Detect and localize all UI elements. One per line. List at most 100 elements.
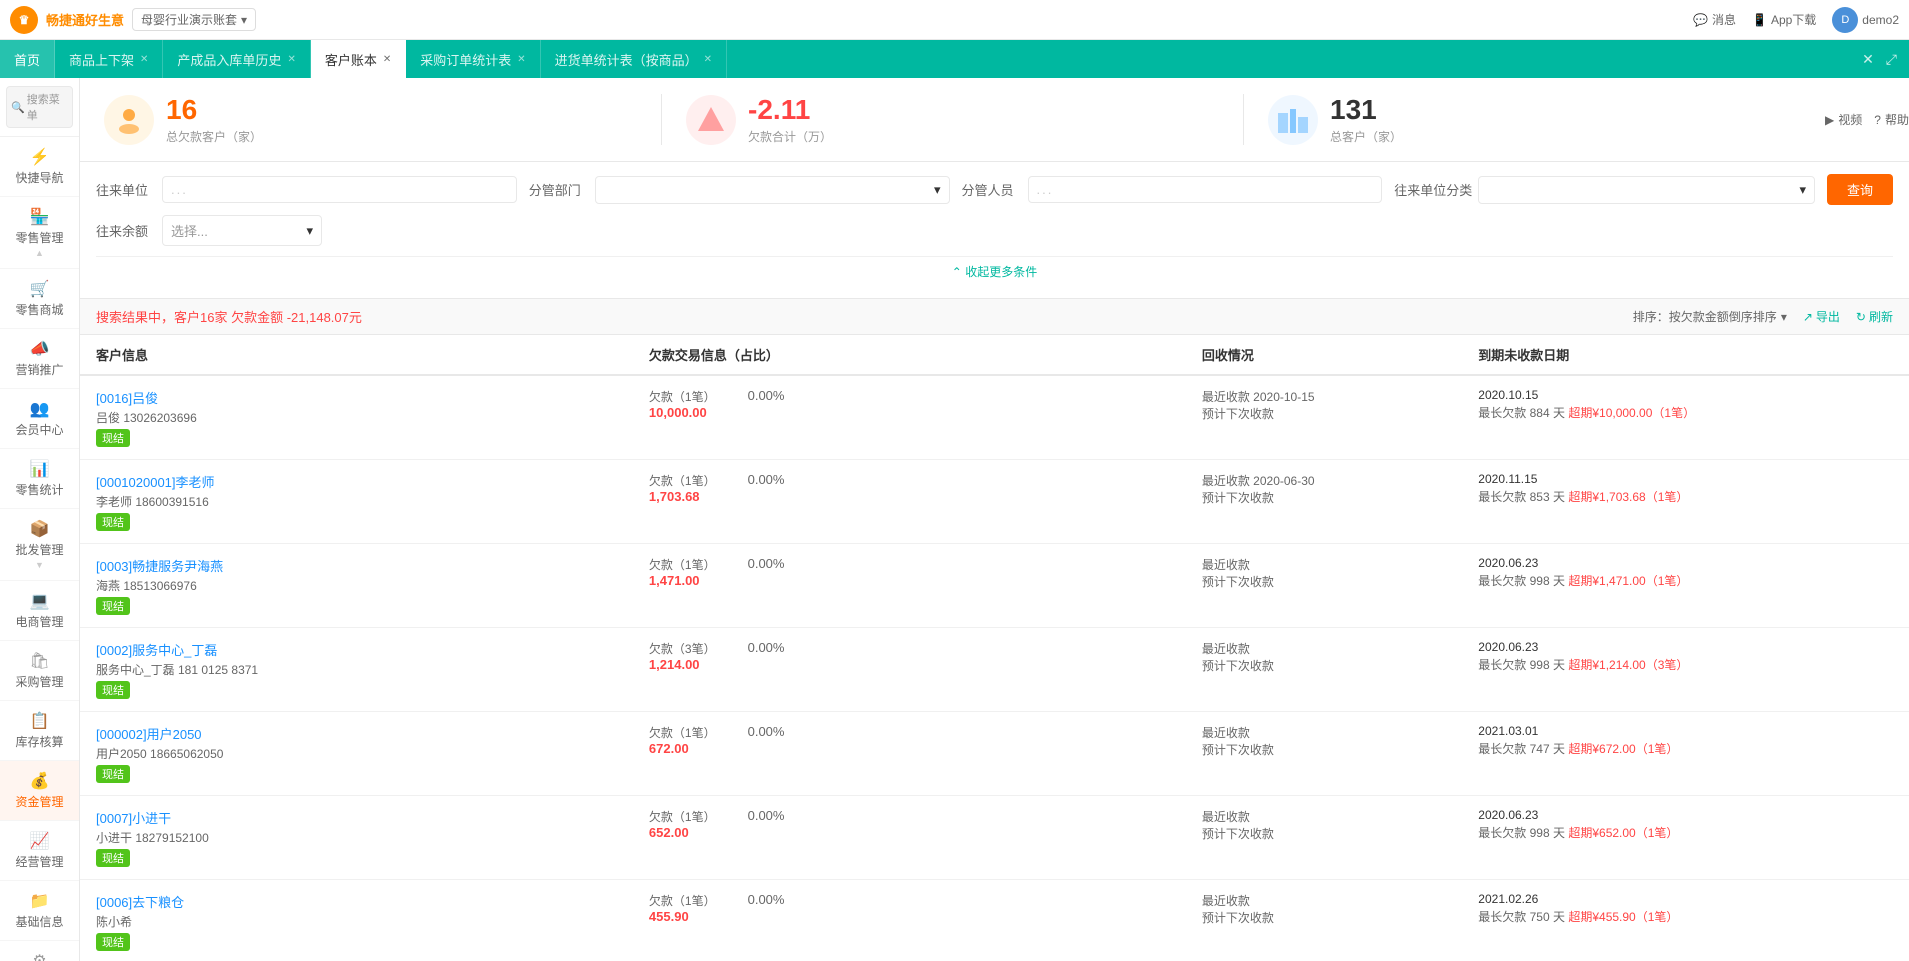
app-download-button[interactable]: 📱 App下载: [1752, 11, 1816, 28]
collapse-bar[interactable]: ⌃ 收起更多条件: [96, 256, 1893, 286]
sidebar-item-retail-shop[interactable]: 🛒 零售商城: [0, 269, 79, 329]
tab-purchase-close[interactable]: ✕: [517, 54, 525, 65]
sidebar-item-retail-stats[interactable]: 📊 零售统计: [0, 449, 79, 509]
main-layout: 🔍 搜索菜单 ⚡ 快捷导航 🏪 零售管理 ▲ 🛒 零售商城 📣 营销推广 👥 会…: [0, 78, 1909, 961]
col-due-date: 到期未收款日期: [1478, 345, 1893, 364]
sidebar-item-batch-mgmt[interactable]: 📦 批发管理 ▼: [0, 509, 79, 581]
retail-mgmt-icon: 🏪: [30, 207, 50, 227]
overdue-text-5[interactable]: 超期¥652.00（1笔）: [1568, 826, 1678, 840]
debt-cell-1: 欠款（1笔） 1,703.68 0.00%: [649, 472, 1202, 531]
video-button[interactable]: ▶ 视频: [1825, 111, 1862, 128]
purchase-icon: 🛍: [29, 651, 49, 671]
sidebar-item-retail-mgmt[interactable]: 🏪 零售管理 ▲: [0, 197, 79, 269]
export-button[interactable]: ↗ 导出: [1803, 308, 1840, 325]
tab-product[interactable]: 商品上下架 ✕: [55, 40, 163, 78]
sidebar-item-quick-nav[interactable]: ⚡ 快捷导航: [0, 137, 79, 197]
tab-customer[interactable]: 客户账本 ✕: [311, 40, 406, 78]
export-label: 导出: [1816, 308, 1840, 325]
customer-name-link-4[interactable]: [000002]用户2050: [96, 727, 202, 742]
tab-product-close[interactable]: ✕: [140, 54, 148, 65]
last-collection-1: 最近收款 2020-06-30: [1202, 472, 1478, 489]
customer-contact-3: 服务中心_丁磊 181 0125 8371: [96, 661, 649, 678]
stat-item1-info: 16 总欠款客户（家）: [166, 94, 262, 145]
batch-mgmt-icon: 📦: [30, 519, 50, 539]
overdue-days-6: 最长欠款 750 天 超期¥455.90（1笔）: [1478, 908, 1893, 925]
tab-bar-right: ✕ ⤢: [1858, 49, 1909, 70]
filter-person: 分管人员 ...: [962, 176, 1383, 203]
due-date-cell-4: 2021.03.01 最长欠款 747 天 超期¥672.00（1笔）: [1478, 724, 1893, 783]
sidebar-item-operations[interactable]: 📈 经营管理: [0, 821, 79, 881]
tab-stock-close[interactable]: ✕: [704, 54, 712, 65]
customer-contact-4: 用户2050 18665062050: [96, 745, 649, 762]
overdue-text-1[interactable]: 超期¥1,703.68（1笔）: [1568, 490, 1688, 504]
customer-name-link-6[interactable]: [0006]去下粮仓: [96, 895, 184, 910]
tab-production-close[interactable]: ✕: [287, 54, 295, 65]
query-button[interactable]: 查询: [1827, 174, 1893, 205]
sidebar-item-ecommerce[interactable]: 💻 电商管理: [0, 581, 79, 641]
filter-person-label: 分管人员: [962, 180, 1022, 199]
overdue-text-6[interactable]: 超期¥455.90（1笔）: [1568, 910, 1678, 924]
quick-nav-label: 快捷导航: [15, 169, 63, 186]
next-collection-4: 预计下次收款: [1202, 741, 1478, 758]
help-button[interactable]: ? 帮助: [1874, 111, 1909, 128]
result-bar: 搜索结果中，客户16家 欠款金额 -21,148.07元 排序：按欠款金额倒序排…: [80, 299, 1909, 335]
debt-label-1: 欠款（1笔）: [649, 472, 716, 489]
logo-area: ♛ 畅捷通好生意 母婴行业演示账套 ▾: [10, 6, 256, 34]
message-button[interactable]: 💬 消息: [1693, 11, 1736, 28]
due-date-5: 2020.06.23: [1478, 808, 1893, 822]
collapse-label: 收起更多条件: [965, 265, 1037, 279]
stat-icon-amount: [686, 95, 736, 145]
customer-contact-5: 小进干 18279152100: [96, 829, 649, 846]
overdue-text-4[interactable]: 超期¥672.00（1笔）: [1568, 742, 1678, 756]
customer-name-link-2[interactable]: [0003]畅捷服务尹海燕: [96, 559, 223, 574]
tab-stock[interactable]: 进货单统计表（按商品） ✕: [541, 40, 727, 78]
search-menu-button[interactable]: 🔍 搜索菜单: [6, 86, 73, 128]
tab-home[interactable]: 首页: [0, 40, 55, 78]
sidebar-item-purchase[interactable]: 🛍 采购管理: [0, 641, 79, 701]
tab-customer-close[interactable]: ✕: [383, 54, 391, 65]
debt-pct-3: 0.00%: [748, 640, 785, 655]
sidebar-item-finance[interactable]: 💰 资金管理: [0, 761, 79, 821]
basic-info-label: 基础信息: [15, 913, 63, 930]
next-collection-1: 预计下次收款: [1202, 489, 1478, 506]
customer-name-link-5[interactable]: [0007]小进干: [96, 811, 171, 826]
message-icon: 💬: [1693, 13, 1708, 27]
sidebar-item-basic-info[interactable]: 📁 基础信息: [0, 881, 79, 941]
overdue-text-2[interactable]: 超期¥1,471.00（1笔）: [1568, 574, 1688, 588]
recovery-cell-2: 最近收款 预计下次收款: [1202, 556, 1478, 615]
overdue-text-3[interactable]: 超期¥1,214.00（3笔）: [1568, 658, 1688, 672]
debt-amount-1: 1,703.68: [649, 489, 716, 504]
filter-balance-select[interactable]: 选择... ▾: [162, 215, 322, 246]
sidebar: 🔍 搜索菜单 ⚡ 快捷导航 🏪 零售管理 ▲ 🛒 零售商城 📣 营销推广 👥 会…: [0, 78, 80, 961]
recovery-cell-6: 最近收款 预计下次收款: [1202, 892, 1478, 951]
stat-total-debt-amount: -2.11 欠款合计（万）: [662, 94, 1244, 145]
tab-production[interactable]: 产成品入库单历史 ✕: [163, 40, 310, 78]
sidebar-item-system[interactable]: ⚙ 系统管理: [0, 941, 79, 961]
tab-collapse-icon[interactable]: ✕: [1858, 49, 1878, 70]
filter-unit-class-select[interactable]: ▾: [1478, 176, 1815, 204]
sidebar-item-inventory[interactable]: 📋 库存核算: [0, 701, 79, 761]
store-selector[interactable]: 母婴行业演示账套 ▾: [132, 8, 256, 31]
col-recovery: 回收情况: [1202, 345, 1478, 364]
customer-name-link-0[interactable]: [0016]吕俊: [96, 391, 158, 406]
filter-person-input[interactable]: ...: [1028, 176, 1383, 203]
refresh-button[interactable]: ↻ 刷新: [1856, 308, 1893, 325]
col-customer-info: 客户信息: [96, 345, 649, 364]
overdue-text-0[interactable]: 超期¥10,000.00（1笔）: [1568, 406, 1695, 420]
store-name: 母婴行业演示账套: [141, 11, 237, 28]
filter-source-unit-input[interactable]: ...: [162, 176, 517, 203]
sidebar-item-member[interactable]: 👥 会员中心: [0, 389, 79, 449]
sidebar-item-marketing[interactable]: 📣 营销推广: [0, 329, 79, 389]
table-row: [0007]小进干 小进干 18279152100 现结 欠款（1笔） 652.…: [80, 796, 1909, 880]
filter-dept-select[interactable]: ▾: [595, 176, 950, 204]
customer-name-link-3[interactable]: [0002]服务中心_丁磊: [96, 643, 217, 658]
customer-name-link-1[interactable]: [0001020001]李老师: [96, 475, 215, 490]
tab-purchase[interactable]: 采购订单统计表 ✕: [406, 40, 540, 78]
due-date-cell-3: 2020.06.23 最长欠款 998 天 超期¥1,214.00（3笔）: [1478, 640, 1893, 699]
sort-arrow-icon: ▾: [1781, 310, 1787, 324]
tab-expand-icon[interactable]: ⤢: [1882, 49, 1901, 70]
user-profile[interactable]: D demo2: [1832, 7, 1899, 33]
sort-selector[interactable]: 排序：按欠款金额倒序排序 ▾: [1633, 308, 1787, 325]
result-summary: 搜索结果中，客户16家 欠款金额 -21,148.07元: [96, 307, 362, 326]
next-collection-2: 预计下次收款: [1202, 573, 1478, 590]
